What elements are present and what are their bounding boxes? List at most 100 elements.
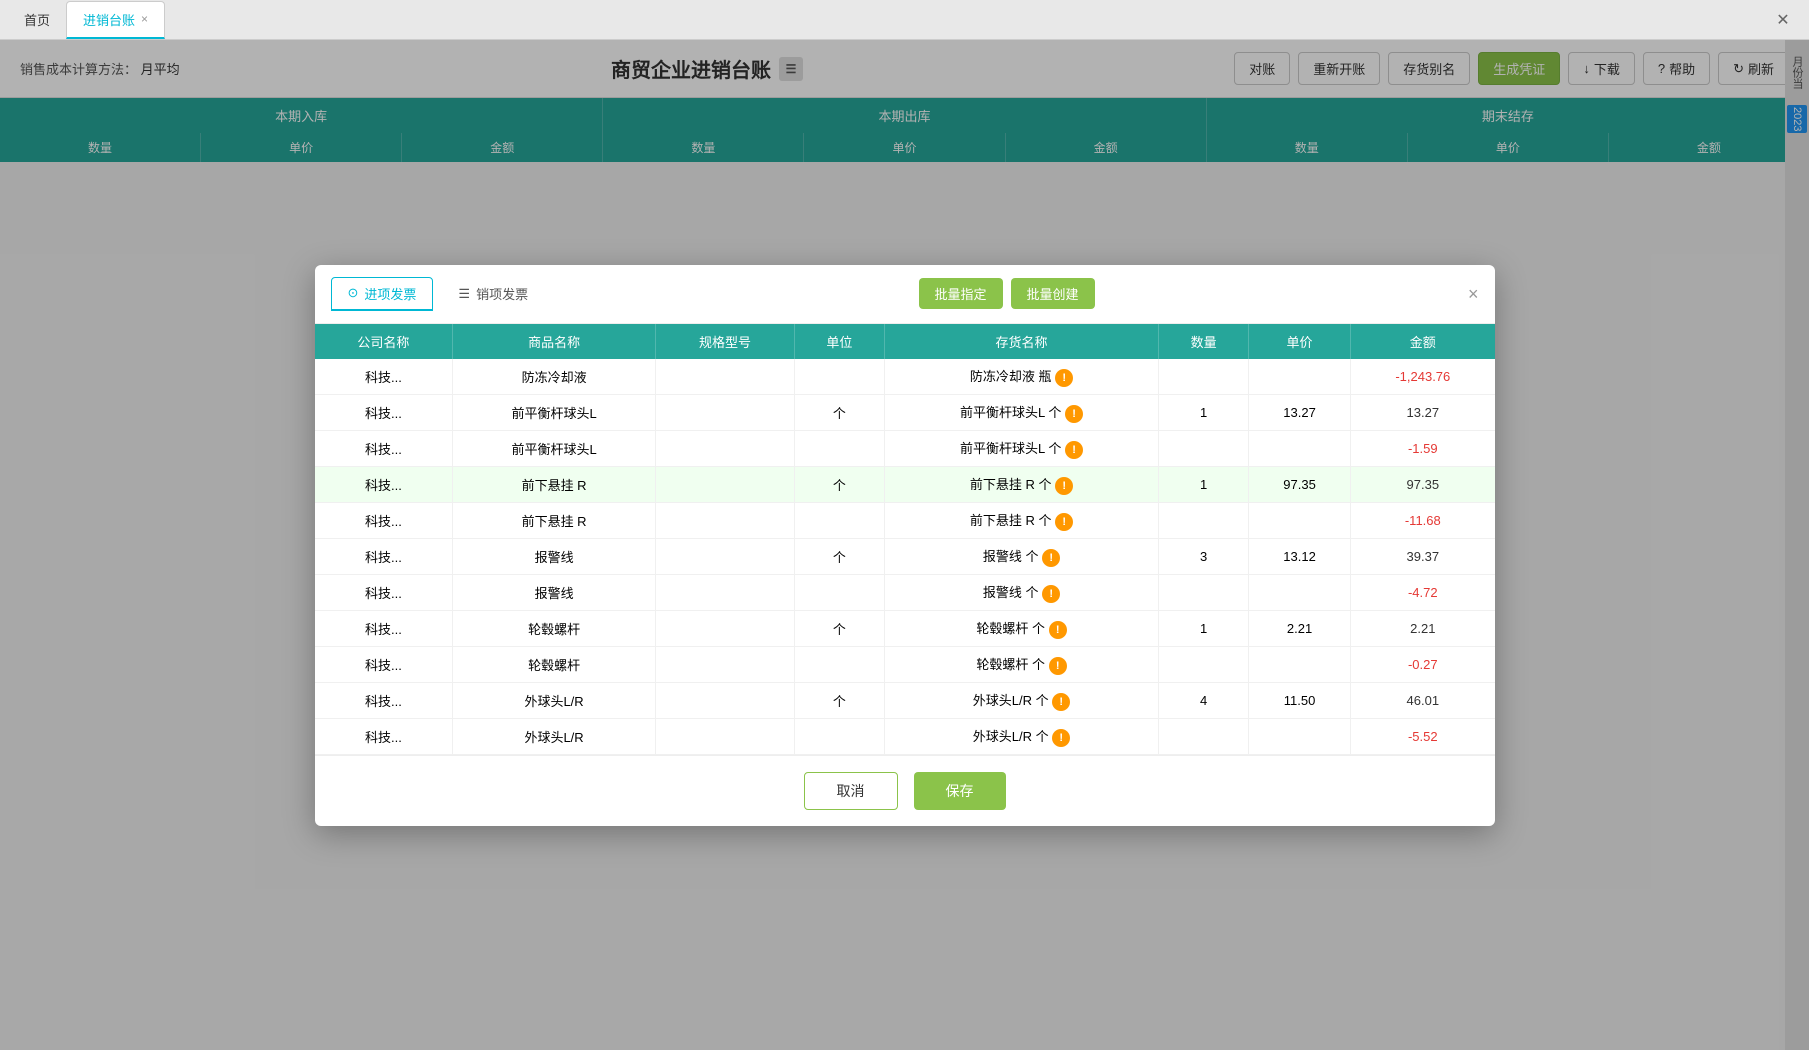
cell-quantity: 1 xyxy=(1159,610,1249,646)
th-unit: 单位 xyxy=(795,324,885,359)
modal-overlay: ⊙ 进项发票 ☰ 销项发票 批量指定 批量创建 × 公司 xyxy=(0,40,1809,1050)
cell-unit xyxy=(795,430,885,466)
cell-company: 科技... xyxy=(315,359,453,395)
th-quantity: 数量 xyxy=(1159,324,1249,359)
cell-amount: -1,243.76 xyxy=(1351,359,1495,395)
cell-product-name: 外球头L/R xyxy=(453,718,656,754)
table-row[interactable]: 科技... 轮毂螺杆 轮毂螺杆 个 ! -0.27 xyxy=(315,646,1495,682)
cell-quantity: 1 xyxy=(1159,394,1249,430)
cell-product-name: 外球头L/R xyxy=(453,682,656,718)
table-row[interactable]: 科技... 报警线 个 报警线 个 ! 3 13.12 39.37 xyxy=(315,538,1495,574)
cell-quantity: 3 xyxy=(1159,538,1249,574)
invoice-in-icon: ⊙ xyxy=(348,285,359,301)
cell-unit-price: 11.50 xyxy=(1248,682,1350,718)
cell-company: 科技... xyxy=(315,394,453,430)
cell-company: 科技... xyxy=(315,538,453,574)
cell-product-name: 轮毂螺杆 xyxy=(453,610,656,646)
warn-icon: ! xyxy=(1042,549,1060,567)
modal-footer: 取消 保存 xyxy=(315,755,1495,826)
cell-product-name: 前平衡杆球头L xyxy=(453,394,656,430)
cell-storage-name: 轮毂螺杆 个 ! xyxy=(884,646,1159,682)
cell-storage-name: 外球头L/R 个 ! xyxy=(884,682,1159,718)
cell-spec xyxy=(655,466,794,502)
cell-amount: 2.21 xyxy=(1351,610,1495,646)
cell-product-name: 防冻冷却液 xyxy=(453,359,656,395)
warn-icon: ! xyxy=(1049,621,1067,639)
cell-storage-name: 前下悬挂 R 个 ! xyxy=(884,466,1159,502)
cell-storage-name: 轮毂螺杆 个 ! xyxy=(884,610,1159,646)
cell-company: 科技... xyxy=(315,718,453,754)
warn-icon: ! xyxy=(1052,693,1070,711)
cell-quantity xyxy=(1159,359,1249,395)
table-row[interactable]: 科技... 前下悬挂 R 前下悬挂 R 个 ! -11.68 xyxy=(315,502,1495,538)
tab-home[interactable]: 首页 xyxy=(8,2,66,37)
save-button[interactable]: 保存 xyxy=(914,772,1006,810)
table-row[interactable]: 科技... 外球头L/R 外球头L/R 个 ! -5.52 xyxy=(315,718,1495,754)
cell-unit-price xyxy=(1248,574,1350,610)
cell-storage-name: 外球头L/R 个 ! xyxy=(884,718,1159,754)
th-spec: 规格型号 xyxy=(655,324,794,359)
cell-unit: 个 xyxy=(795,538,885,574)
table-row[interactable]: 科技... 前下悬挂 R 个 前下悬挂 R 个 ! 1 97.35 97.35 xyxy=(315,466,1495,502)
cell-quantity xyxy=(1159,646,1249,682)
tab-close-icon[interactable]: × xyxy=(141,12,148,26)
cell-amount: 39.37 xyxy=(1351,538,1495,574)
th-amount: 金额 xyxy=(1351,324,1495,359)
cancel-button[interactable]: 取消 xyxy=(804,772,898,810)
tab-active[interactable]: 进销台账 × xyxy=(66,1,165,39)
cell-unit-price xyxy=(1248,646,1350,682)
warn-icon: ! xyxy=(1052,729,1070,747)
cell-unit xyxy=(795,502,885,538)
cell-unit-price: 2.21 xyxy=(1248,610,1350,646)
th-product-name: 商品名称 xyxy=(453,324,656,359)
batch-assign-button[interactable]: 批量指定 xyxy=(919,278,1003,309)
cell-quantity: 1 xyxy=(1159,466,1249,502)
cell-spec xyxy=(655,359,794,395)
warn-icon: ! xyxy=(1049,657,1067,675)
cell-storage-name: 报警线 个 ! xyxy=(884,574,1159,610)
cell-amount: 13.27 xyxy=(1351,394,1495,430)
cell-amount: -4.72 xyxy=(1351,574,1495,610)
cell-quantity: 4 xyxy=(1159,682,1249,718)
cell-spec xyxy=(655,502,794,538)
cell-unit xyxy=(795,718,885,754)
cell-amount: -0.27 xyxy=(1351,646,1495,682)
table-row[interactable]: 科技... 前平衡杆球头L 前平衡杆球头L 个 ! -1.59 xyxy=(315,430,1495,466)
cell-company: 科技... xyxy=(315,682,453,718)
cell-amount: -11.68 xyxy=(1351,502,1495,538)
table-row[interactable]: 科技... 防冻冷却液 防冻冷却液 瓶 ! -1,243.76 xyxy=(315,359,1495,395)
cell-product-name: 前下悬挂 R xyxy=(453,502,656,538)
cell-amount: 46.01 xyxy=(1351,682,1495,718)
cell-spec xyxy=(655,538,794,574)
modal-body[interactable]: 公司名称 商品名称 规格型号 单位 存货名称 数量 单价 金额 科技... 防冻… xyxy=(315,324,1495,755)
cell-unit-price: 13.27 xyxy=(1248,394,1350,430)
cell-unit-price: 97.35 xyxy=(1248,466,1350,502)
table-row[interactable]: 科技... 前平衡杆球头L 个 前平衡杆球头L 个 ! 1 13.27 13.2… xyxy=(315,394,1495,430)
cell-product-name: 报警线 xyxy=(453,538,656,574)
cell-quantity xyxy=(1159,430,1249,466)
modal-actions: 批量指定 批量创建 xyxy=(919,278,1095,309)
cell-unit-price xyxy=(1248,359,1350,395)
tab-in-invoice[interactable]: ⊙ 进项发票 xyxy=(331,277,434,311)
cell-company: 科技... xyxy=(315,466,453,502)
batch-create-button[interactable]: 批量创建 xyxy=(1011,278,1095,309)
cell-unit: 个 xyxy=(795,610,885,646)
table-row[interactable]: 科技... 外球头L/R 个 外球头L/R 个 ! 4 11.50 46.01 xyxy=(315,682,1495,718)
cell-product-name: 轮毂螺杆 xyxy=(453,646,656,682)
modal-close-button[interactable]: × xyxy=(1468,285,1479,303)
warn-icon: ! xyxy=(1055,513,1073,531)
cell-unit-price xyxy=(1248,430,1350,466)
browser-close-button[interactable]: ✕ xyxy=(1765,2,1801,38)
cell-quantity xyxy=(1159,574,1249,610)
table-row[interactable]: 科技... 报警线 报警线 个 ! -4.72 xyxy=(315,574,1495,610)
cell-spec xyxy=(655,646,794,682)
cell-company: 科技... xyxy=(315,646,453,682)
tab-out-invoice[interactable]: ☰ 销项发票 xyxy=(441,277,545,310)
cell-unit xyxy=(795,574,885,610)
invoice-table: 公司名称 商品名称 规格型号 单位 存货名称 数量 单价 金额 科技... 防冻… xyxy=(315,324,1495,755)
modal-header: ⊙ 进项发票 ☰ 销项发票 批量指定 批量创建 × xyxy=(315,265,1495,324)
modal-dialog: ⊙ 进项发票 ☰ 销项发票 批量指定 批量创建 × 公司 xyxy=(315,265,1495,826)
invoice-out-icon: ☰ xyxy=(458,286,470,302)
cell-spec xyxy=(655,610,794,646)
table-row[interactable]: 科技... 轮毂螺杆 个 轮毂螺杆 个 ! 1 2.21 2.21 xyxy=(315,610,1495,646)
